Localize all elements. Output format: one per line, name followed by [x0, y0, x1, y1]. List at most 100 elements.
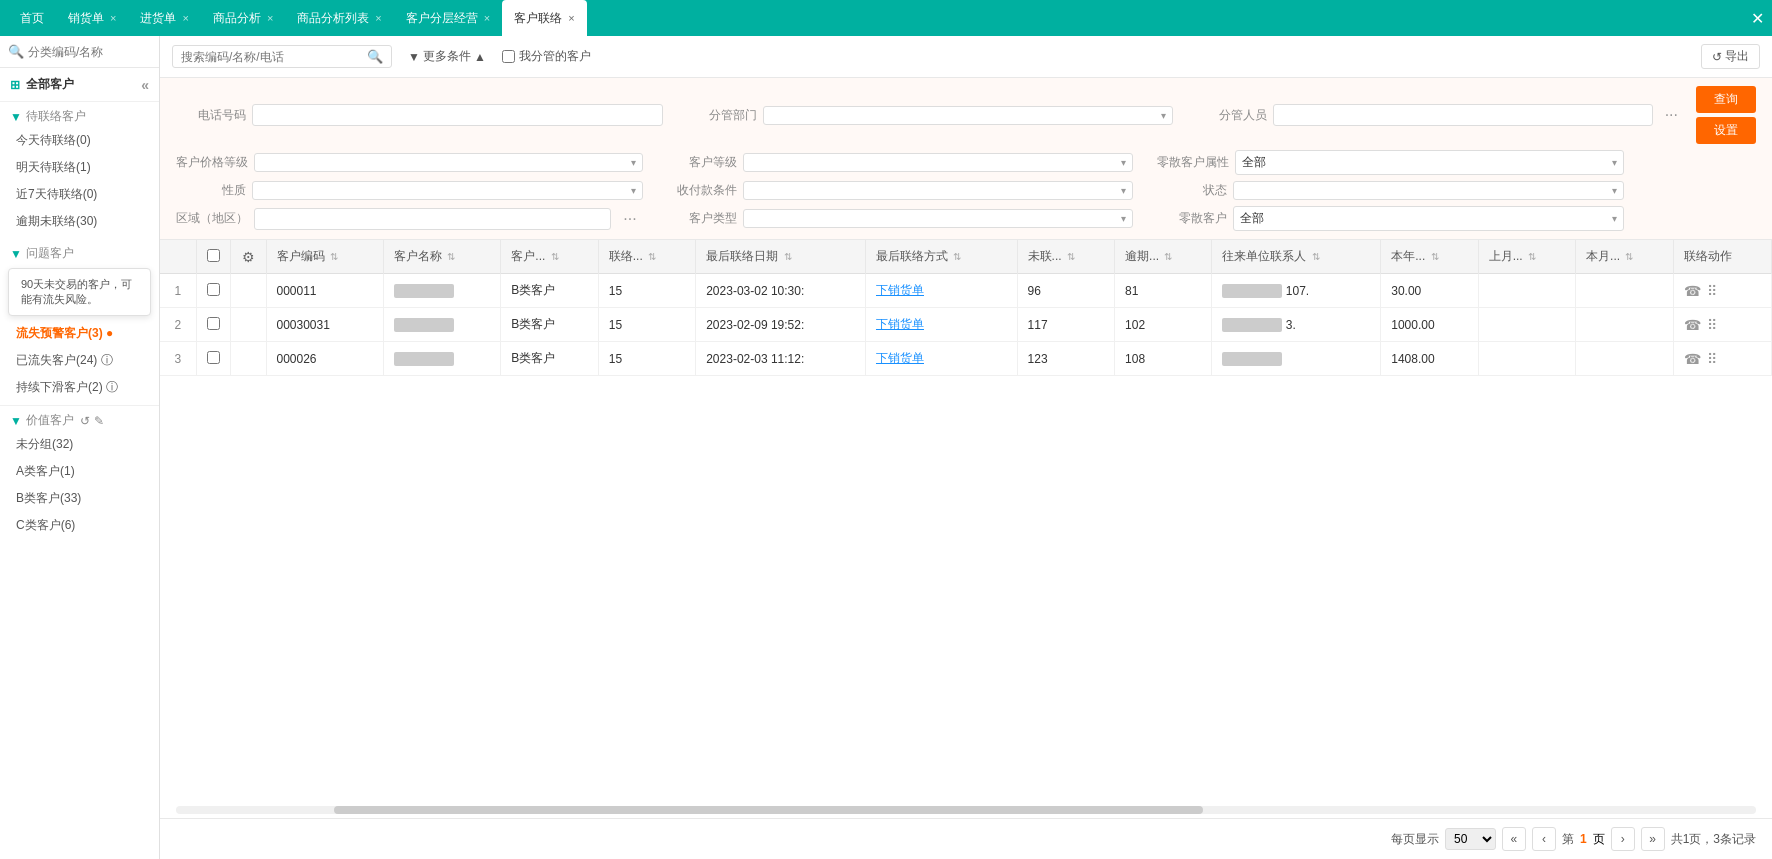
- row1-checkbox[interactable]: [207, 283, 220, 296]
- sidebar-item-b-class[interactable]: B类客户(33): [0, 485, 159, 512]
- tab-product-list[interactable]: 商品分析列表 ×: [285, 0, 393, 36]
- tab-customer-contact[interactable]: 客户联络 ×: [502, 0, 586, 36]
- more-icon-3[interactable]: ⠿: [1707, 351, 1717, 367]
- adv-filter-row-1: 电话号码 分管部门 ▾ 分管人员 ··· 查询 设置: [176, 86, 1756, 144]
- close-customer-tier-tab[interactable]: ×: [484, 12, 490, 24]
- search-btn-icon[interactable]: 🔍: [367, 49, 383, 64]
- close-sales-tab[interactable]: ×: [110, 12, 116, 24]
- cell-unit-3: [1212, 342, 1381, 376]
- cell-checkbox-3: [196, 342, 230, 376]
- col-overdue[interactable]: 逾期... ⇅: [1115, 240, 1212, 274]
- my-customers-checkbox-wrap[interactable]: 我分管的客户: [502, 48, 591, 65]
- scrollbar-thumb[interactable]: [334, 806, 1203, 814]
- sidebar-collapse-btn[interactable]: «: [141, 77, 149, 93]
- cell-contact-type-2[interactable]: 下销货单: [865, 308, 1017, 342]
- first-page-btn[interactable]: «: [1502, 827, 1526, 851]
- col-unit-contact[interactable]: 往来单位联系人 ⇅: [1212, 240, 1381, 274]
- adv-field-dept: 分管部门 ▾: [687, 106, 1174, 125]
- edit-icon[interactable]: ✎: [94, 414, 104, 428]
- col-last-date[interactable]: 最后联络日期 ⇅: [696, 240, 866, 274]
- tab-home[interactable]: 首页: [8, 0, 56, 36]
- payment-label: 收付款条件: [667, 182, 737, 199]
- sidebar-item-overdue-contact[interactable]: 逾期未联络(30): [0, 208, 159, 235]
- page-size-select[interactable]: 50 100 200: [1445, 828, 1496, 850]
- contact-icon-1[interactable]: ☎: [1684, 283, 1701, 299]
- horizontal-scrollbar[interactable]: [176, 806, 1756, 814]
- sidebar-all-customers[interactable]: ⊞ 全部客户 «: [0, 68, 159, 102]
- more-icon-2[interactable]: ⠿: [1707, 317, 1717, 333]
- col-last-type[interactable]: 最后联络方式 ⇅: [865, 240, 1017, 274]
- select-all-checkbox[interactable]: [207, 249, 220, 262]
- col-name[interactable]: 客户名称 ⇅: [383, 240, 500, 274]
- adv-actions: 查询 设置: [1696, 86, 1756, 144]
- region-ellipsis[interactable]: ···: [617, 210, 642, 228]
- window-close-button[interactable]: ✕: [1751, 9, 1764, 28]
- customer-type-select[interactable]: ▾: [743, 209, 1134, 228]
- cell-unit-1: 107.: [1212, 274, 1381, 308]
- sidebar-item-declining[interactable]: 持续下滑客户(2) ⓘ: [0, 374, 159, 401]
- sidebar-search-input[interactable]: [28, 45, 151, 59]
- close-customer-contact-tab[interactable]: ×: [568, 12, 574, 24]
- more-conditions-btn[interactable]: ▼ 更多条件 ▲: [400, 45, 494, 68]
- search-input[interactable]: [181, 50, 363, 64]
- sidebar: 🔍 ⊞ 全部客户 « ▼ 待联络客户 今天待联络(0) 明天待联络(1) 近7天…: [0, 36, 160, 859]
- sidebar-item-ungrouped[interactable]: 未分组(32): [0, 431, 159, 458]
- sidebar-item-c-class[interactable]: C类客户(6): [0, 512, 159, 539]
- tab-customer-tier[interactable]: 客户分层经营 ×: [394, 0, 502, 36]
- col-code[interactable]: 客户编码 ⇅: [266, 240, 383, 274]
- next-page-btn[interactable]: ›: [1611, 827, 1635, 851]
- tab-purchase[interactable]: 进货单 ×: [128, 0, 200, 36]
- region-input[interactable]: [254, 208, 611, 230]
- price-level-select[interactable]: ▾: [254, 153, 643, 172]
- person-ellipsis[interactable]: ···: [1659, 106, 1684, 124]
- customer-level-select[interactable]: ▾: [743, 153, 1134, 172]
- page-suffix: 页: [1593, 831, 1605, 848]
- person-input[interactable]: [1273, 104, 1652, 126]
- cell-code-3: 000026: [266, 342, 383, 376]
- col-last-month[interactable]: 上月... ⇅: [1478, 240, 1575, 274]
- contact-icon-3[interactable]: ☎: [1684, 351, 1701, 367]
- more-icon-1[interactable]: ⠿: [1707, 283, 1717, 299]
- sidebar-item-7days-contact[interactable]: 近7天待联络(0): [0, 181, 159, 208]
- col-this-month[interactable]: 本月... ⇅: [1576, 240, 1673, 274]
- prev-page-btn[interactable]: ‹: [1532, 827, 1556, 851]
- nature-select[interactable]: ▾: [252, 181, 643, 200]
- sidebar-item-churned[interactable]: 已流失客户(24) ⓘ: [0, 347, 159, 374]
- payment-select[interactable]: ▾: [743, 181, 1134, 200]
- dept-select[interactable]: ▾: [763, 106, 1174, 125]
- col-no-contact[interactable]: 未联... ⇅: [1017, 240, 1114, 274]
- tab-product-analysis[interactable]: 商品分析 ×: [201, 0, 285, 36]
- sidebar-item-today-contact[interactable]: 今天待联络(0): [0, 127, 159, 154]
- settings-btn[interactable]: 设置: [1696, 117, 1756, 144]
- refresh-icon[interactable]: ↺: [80, 414, 90, 428]
- close-product-analysis-tab[interactable]: ×: [267, 12, 273, 24]
- sparse-select[interactable]: 全部 ▾: [1233, 206, 1624, 231]
- row3-checkbox[interactable]: [207, 351, 220, 364]
- price-level-chevron: ▾: [631, 157, 636, 168]
- last-page-btn[interactable]: »: [1641, 827, 1665, 851]
- close-purchase-tab[interactable]: ×: [182, 12, 188, 24]
- column-settings-icon[interactable]: ⚙: [242, 249, 255, 265]
- tab-sales[interactable]: 销货单 ×: [56, 0, 128, 36]
- query-btn[interactable]: 查询: [1696, 86, 1756, 113]
- cell-contact-type-1[interactable]: 下销货单: [865, 274, 1017, 308]
- col-contact[interactable]: 联络... ⇅: [598, 240, 695, 274]
- cell-settings-1: [230, 274, 266, 308]
- sidebar-item-a-class[interactable]: A类客户(1): [0, 458, 159, 485]
- sidebar-item-tomorrow-contact[interactable]: 明天待联络(1): [0, 154, 159, 181]
- sidebar-search-icon: 🔍: [8, 44, 24, 59]
- contact-icon-2[interactable]: ☎: [1684, 317, 1701, 333]
- col-this-year[interactable]: 本年... ⇅: [1381, 240, 1478, 274]
- close-product-list-tab[interactable]: ×: [375, 12, 381, 24]
- col-settings[interactable]: ⚙: [230, 240, 266, 274]
- row2-checkbox[interactable]: [207, 317, 220, 330]
- phone-input[interactable]: [252, 104, 663, 126]
- status-select[interactable]: ▾: [1233, 181, 1624, 200]
- sparse-attr-select[interactable]: 全部 ▾: [1235, 150, 1624, 175]
- sidebar-item-churn-warning[interactable]: 流失预警客户(3) ●: [0, 320, 159, 347]
- my-customers-checkbox[interactable]: [502, 50, 515, 63]
- adv-filter-panel: 电话号码 分管部门 ▾ 分管人员 ··· 查询 设置: [160, 78, 1772, 240]
- cell-contact-type-3[interactable]: 下销货单: [865, 342, 1017, 376]
- col-type[interactable]: 客户... ⇅: [501, 240, 598, 274]
- export-btn[interactable]: ↺ 导出: [1701, 44, 1760, 69]
